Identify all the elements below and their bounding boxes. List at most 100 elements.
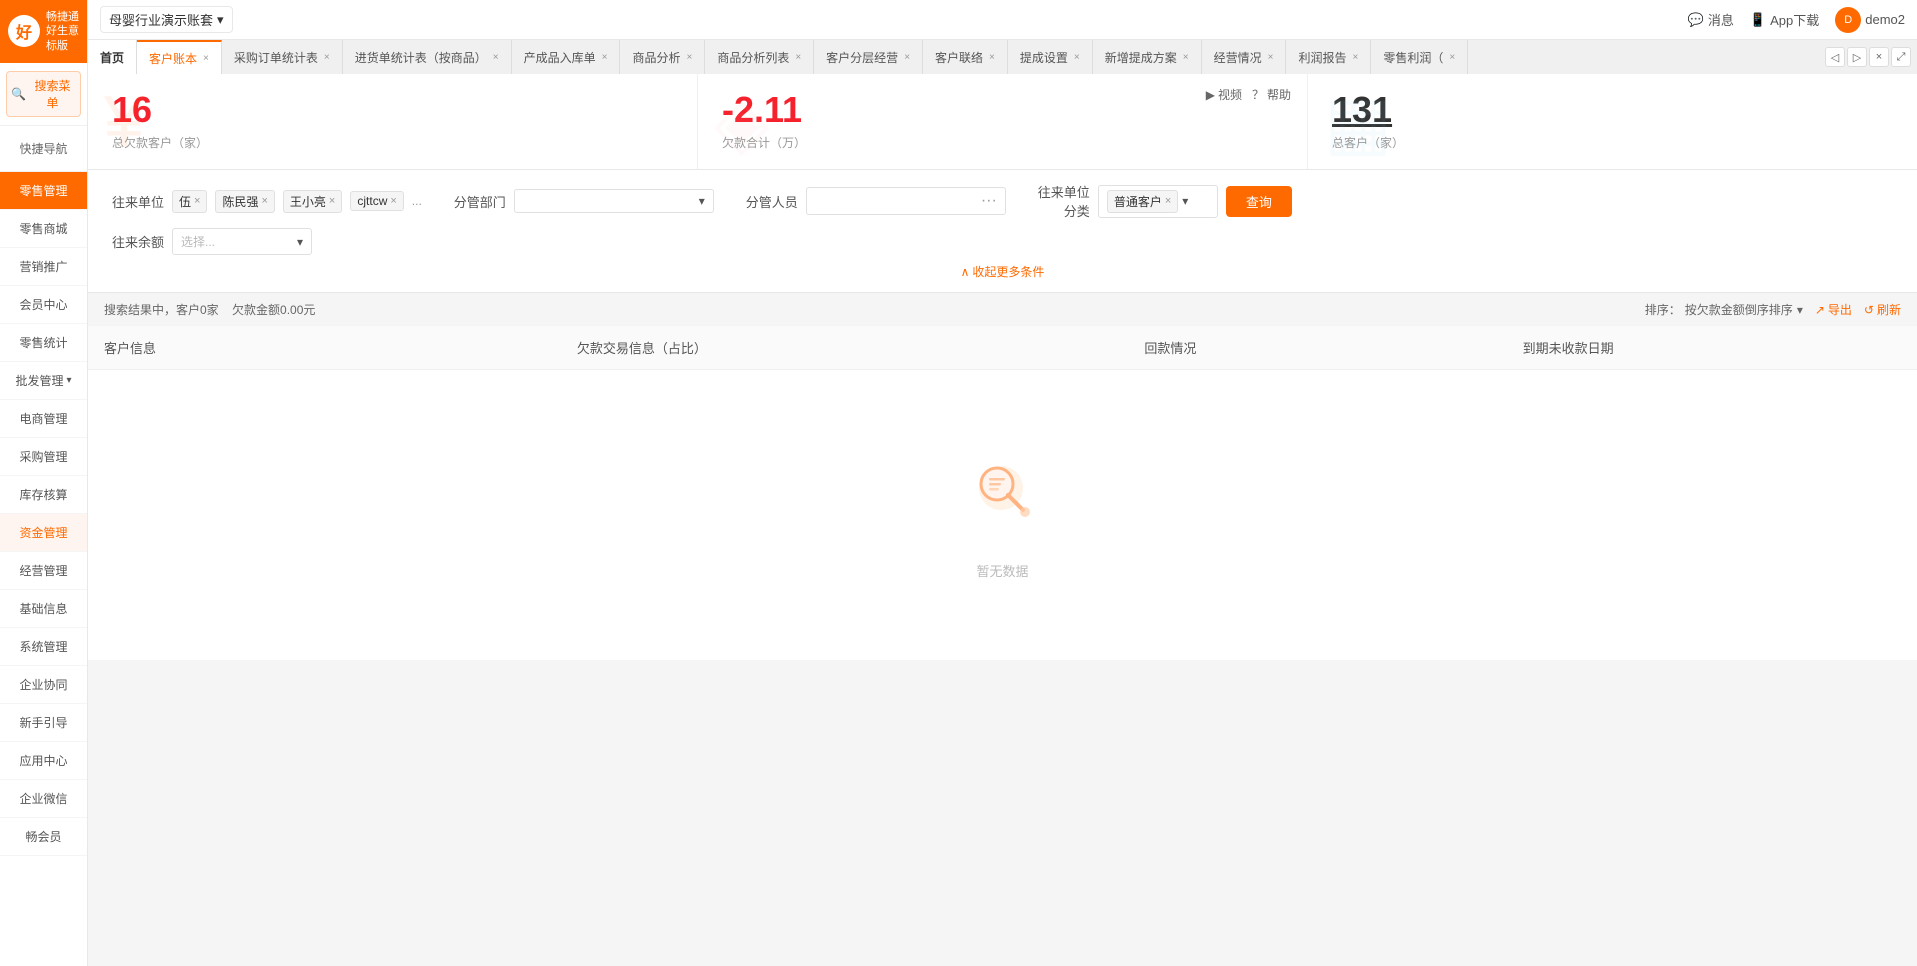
- tab-close-promotion-settings[interactable]: ×: [1074, 52, 1080, 63]
- balance-filter-select[interactable]: 选择... ▾: [172, 228, 312, 255]
- quick-nav-button[interactable]: 快捷导航: [6, 134, 81, 163]
- filter-unit-more[interactable]: ...: [412, 194, 422, 208]
- sidebar-item-purchase[interactable]: 采购管理: [0, 438, 87, 476]
- sidebar-item-retail-stats[interactable]: 零售统计: [0, 324, 87, 362]
- filter-tag-unit-2: 陈民强 ×: [215, 190, 274, 213]
- tab-close-inbound-stat[interactable]: ×: [493, 52, 499, 63]
- sidebar-item-finance[interactable]: 资金管理: [0, 514, 87, 552]
- sidebar-item-vip[interactable]: 畅会员: [0, 818, 87, 856]
- account-selector-label: 母婴行业演示账套: [109, 10, 213, 29]
- unit-filter-label: 往来单位: [104, 192, 164, 211]
- dept-filter-select[interactable]: ▾: [514, 189, 714, 213]
- filter-tag-unit-1-close[interactable]: ×: [194, 195, 200, 207]
- tab-close-retail-profit[interactable]: ×: [1449, 52, 1455, 63]
- sidebar-item-basic-info[interactable]: 基础信息: [0, 590, 87, 628]
- sidebar-item-enterprise-wechat[interactable]: 企业微信: [0, 780, 87, 818]
- filter-row-1: 往来单位 伍 × 陈民强 × 王小亮 × cjttcw × ...: [104, 182, 1901, 220]
- tab-product-analysis[interactable]: 商品分析 ×: [620, 40, 705, 74]
- filter-tag-unit-4-close[interactable]: ×: [390, 195, 396, 207]
- export-button[interactable]: ↗ 导出: [1815, 301, 1852, 318]
- sidebar-item-retail-mgmt[interactable]: 零售管理: [0, 172, 87, 210]
- logo-text: 畅捷通好生意 标版: [46, 10, 79, 53]
- table-col-customer: 客户信息: [104, 338, 577, 357]
- tab-purchase-order[interactable]: 采购订单统计表 ×: [222, 40, 343, 74]
- filter-tag-category-close[interactable]: ×: [1165, 195, 1171, 207]
- video-icon: ▶: [1206, 88, 1215, 102]
- tab-customer-account[interactable]: 客户账本 ×: [137, 40, 222, 74]
- collapse-button[interactable]: ∧ 收起更多条件: [961, 263, 1045, 280]
- tab-new-promotion[interactable]: 新增提成方案 ×: [1093, 40, 1202, 74]
- tab-customer-segment[interactable]: 客户分层经营 ×: [814, 40, 923, 74]
- help-link[interactable]: ？ 帮助: [1252, 86, 1291, 103]
- sidebar-item-wholesale-mgmt[interactable]: 批发管理 ▾: [0, 362, 87, 400]
- person-filter-more[interactable]: ···: [981, 192, 997, 210]
- refresh-button[interactable]: ↺ 刷新: [1864, 301, 1901, 318]
- sidebar-item-new-guide[interactable]: 新手引导: [0, 704, 87, 742]
- person-filter-select[interactable]: ···: [806, 187, 1006, 215]
- tab-close-product-analysis[interactable]: ×: [686, 52, 692, 63]
- filter-tag-category: 普通客户 ×: [1107, 190, 1178, 213]
- sidebar-item-inventory[interactable]: 库存核算: [0, 476, 87, 514]
- filter-tag-unit-3-close[interactable]: ×: [329, 195, 335, 207]
- search-menu-button[interactable]: 🔍 搜索菜单: [6, 71, 81, 117]
- stat-total-customers: ▦ 131 总客户（家）: [1308, 74, 1917, 169]
- results-summary: 搜索结果中，客户0家 欠款金额0.00元: [104, 301, 315, 318]
- account-selector[interactable]: 母婴行业演示账套 ▾: [100, 6, 233, 33]
- user-avatar[interactable]: D demo2: [1835, 7, 1905, 33]
- tab-maximize[interactable]: ⤢: [1891, 47, 1911, 67]
- app-download-button[interactable]: 📱 App下载: [1750, 10, 1819, 29]
- chevron-up-icon: ∧: [961, 265, 970, 279]
- tab-close-operations[interactable]: ×: [1268, 52, 1274, 63]
- tab-operations[interactable]: 经营情况 ×: [1202, 40, 1287, 74]
- sidebar-item-retail-mall[interactable]: 零售商城: [0, 210, 87, 248]
- sort-selector[interactable]: 排序： 按欠款金额倒序排序 ▾: [1645, 301, 1803, 318]
- tab-inbound-stat[interactable]: 进货单统计表（按商品） ×: [343, 40, 512, 74]
- tabbar: 首页 客户账本 × 采购订单统计表 × 进货单统计表（按商品） × 产成品入库单…: [88, 40, 1917, 74]
- chevron-down-icon: ▾: [217, 12, 224, 28]
- tab-retail-profit[interactable]: 零售利润（ ×: [1371, 40, 1468, 74]
- results-right: 排序： 按欠款金额倒序排序 ▾ ↗ 导出 ↺ 刷新: [1645, 301, 1901, 318]
- tab-close-product-inbound[interactable]: ×: [602, 52, 608, 63]
- search-menu-section: 🔍 搜索菜单: [0, 63, 87, 126]
- topbar: 母婴行业演示账套 ▾ 💬 消息 📱 App下载 D demo2: [88, 0, 1917, 40]
- messages-button[interactable]: 💬 消息: [1688, 10, 1734, 29]
- sidebar-item-operations[interactable]: 经营管理: [0, 552, 87, 590]
- tab-profit-report[interactable]: 利润报告 ×: [1286, 40, 1371, 74]
- sidebar-item-member-center[interactable]: 会员中心: [0, 286, 87, 324]
- refresh-icon: ↺: [1864, 303, 1874, 317]
- sidebar-item-ecommerce[interactable]: 电商管理: [0, 400, 87, 438]
- sidebar-item-system[interactable]: 系统管理: [0, 628, 87, 666]
- tab-close-customer-segment[interactable]: ×: [904, 52, 910, 63]
- tab-scroll-right[interactable]: ▷: [1847, 47, 1867, 67]
- balance-placeholder: 选择...: [181, 233, 297, 250]
- message-icon: 💬: [1688, 12, 1704, 28]
- tab-close-new-promotion[interactable]: ×: [1183, 52, 1189, 63]
- tab-product-analysis-list[interactable]: 商品分析列表 ×: [705, 40, 814, 74]
- tab-close-all[interactable]: ×: [1869, 47, 1889, 67]
- tab-product-inbound[interactable]: 产成品入库单 ×: [512, 40, 621, 74]
- sidebar-item-marketing[interactable]: 营销推广: [0, 248, 87, 286]
- content-area: ¥ 16 总欠款客户（家） ◈ -2.11 欠款合计（万） ▶ 视频 ？ 帮助: [88, 74, 1917, 966]
- export-icon: ↗: [1815, 303, 1825, 317]
- tab-customer-contact[interactable]: 客户联络 ×: [923, 40, 1008, 74]
- tab-close-customer-account[interactable]: ×: [203, 53, 209, 64]
- chevron-down-icon: ▾: [297, 235, 303, 249]
- sidebar-logo: 好 畅捷通好生意 标版: [0, 0, 87, 63]
- tab-home[interactable]: 首页: [88, 40, 137, 74]
- filter-tag-unit-2-close[interactable]: ×: [261, 195, 267, 207]
- chevron-down-icon: ▾: [1182, 194, 1188, 208]
- sidebar-item-collab[interactable]: 企业协同: [0, 666, 87, 704]
- category-filter-label: 往来单位分类: [1030, 182, 1090, 220]
- logo-icon: 好: [8, 15, 40, 47]
- query-button[interactable]: 查询: [1226, 186, 1292, 217]
- video-link[interactable]: ▶ 视频: [1206, 86, 1242, 103]
- tab-close-profit-report[interactable]: ×: [1352, 52, 1358, 63]
- tab-close-customer-contact[interactable]: ×: [989, 52, 995, 63]
- tab-scroll-left[interactable]: ◁: [1825, 47, 1845, 67]
- tab-close-product-analysis-list[interactable]: ×: [795, 52, 801, 63]
- help-icon: ？: [1252, 86, 1264, 103]
- tab-close-purchase-order[interactable]: ×: [324, 52, 330, 63]
- category-filter-select[interactable]: 普通客户 × ▾: [1098, 185, 1218, 218]
- sidebar-item-app-center[interactable]: 应用中心: [0, 742, 87, 780]
- tab-promotion-settings[interactable]: 提成设置 ×: [1008, 40, 1093, 74]
